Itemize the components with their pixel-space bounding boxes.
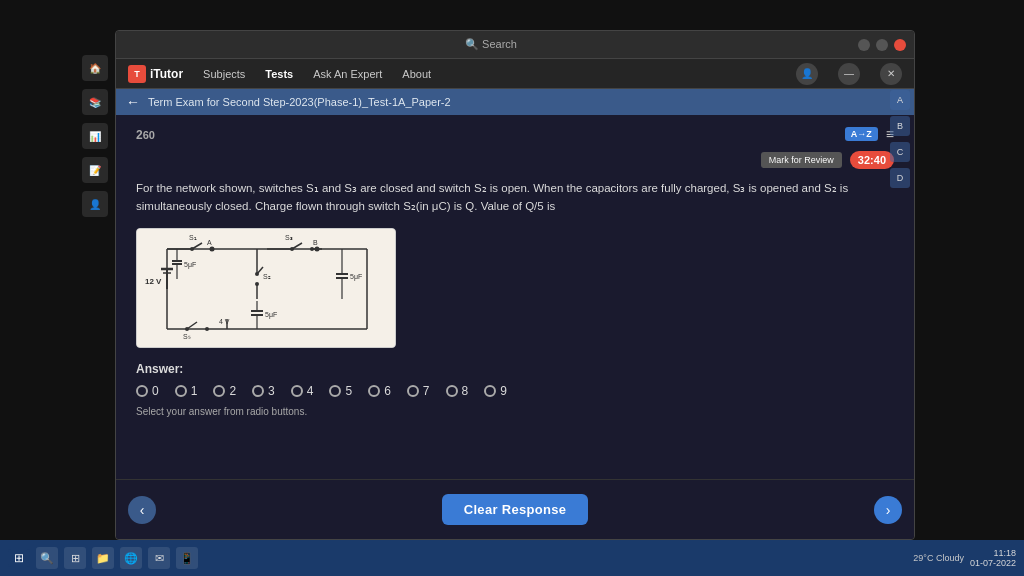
- breadcrumb: Term Exam for Second Step-2023(Phase-1)_…: [148, 96, 451, 108]
- sidebar-book[interactable]: 📚: [82, 89, 108, 115]
- radio-options: 0 1 2 3 4 5 6: [136, 384, 894, 398]
- sidebar-home[interactable]: 🏠: [82, 55, 108, 81]
- breadcrumb-bar: ← Term Exam for Second Step-2023(Phase-1…: [116, 89, 914, 115]
- option-0[interactable]: 0: [136, 384, 159, 398]
- sidebar-chart[interactable]: 📊: [82, 123, 108, 149]
- close-nav[interactable]: ✕: [880, 63, 902, 85]
- minimize-nav[interactable]: —: [838, 63, 860, 85]
- nav-ask-expert[interactable]: Ask An Expert: [313, 68, 382, 80]
- circuit-diagram: 12 V A B S₁ 5μF: [136, 228, 396, 348]
- file-explorer[interactable]: 📁: [92, 547, 114, 569]
- option-8[interactable]: 8: [446, 384, 469, 398]
- svg-text:S₃: S₃: [285, 234, 293, 241]
- mark-review-button[interactable]: Mark for Review: [761, 152, 842, 168]
- window-controls: [858, 39, 906, 51]
- option-1[interactable]: 1: [175, 384, 198, 398]
- search-taskbar[interactable]: 🔍: [36, 547, 58, 569]
- action-row: Mark for Review 32:40: [136, 151, 894, 169]
- radio-1[interactable]: [175, 385, 187, 397]
- right-icon-2[interactable]: B: [890, 116, 910, 136]
- app-window: 🔍 Search T iTutor Subjects Tests Ask An …: [115, 30, 915, 540]
- whatsapp[interactable]: 📱: [176, 547, 198, 569]
- svg-text:A: A: [207, 239, 212, 246]
- logo: T iTutor: [128, 65, 183, 83]
- svg-text:5μF: 5μF: [184, 261, 196, 269]
- title-bar: 🔍 Search: [116, 31, 914, 59]
- sidebar-left: 🏠 📚 📊 📝 👤: [82, 55, 112, 217]
- svg-text:12 V: 12 V: [145, 277, 162, 286]
- browser[interactable]: 🌐: [120, 547, 142, 569]
- answer-label: Answer:: [136, 362, 894, 376]
- option-4[interactable]: 4: [291, 384, 314, 398]
- weather-text: 29°C Cloudy: [913, 553, 964, 563]
- svg-rect-0: [137, 229, 396, 348]
- nav-tests[interactable]: Tests: [265, 68, 293, 80]
- select-hint: Select your answer from radio buttons.: [136, 406, 894, 417]
- radio-7[interactable]: [407, 385, 419, 397]
- maximize-button[interactable]: [876, 39, 888, 51]
- content-area: 260 A→Z ≡ Mark for Review 32:40 For the …: [116, 115, 914, 479]
- nav-about[interactable]: About: [402, 68, 431, 80]
- question-header: 260 A→Z ≡: [136, 125, 894, 143]
- search-label: Search: [482, 38, 517, 50]
- option-6[interactable]: 6: [368, 384, 391, 398]
- option-5[interactable]: 5: [329, 384, 352, 398]
- task-view[interactable]: ⊞: [64, 547, 86, 569]
- svg-text:S₅: S₅: [183, 333, 191, 340]
- start-button[interactable]: ⊞: [8, 549, 30, 567]
- radio-0[interactable]: [136, 385, 148, 397]
- right-icon-4[interactable]: D: [890, 168, 910, 188]
- radio-2[interactable]: [213, 385, 225, 397]
- radio-5[interactable]: [329, 385, 341, 397]
- radio-3[interactable]: [252, 385, 264, 397]
- right-icon-1[interactable]: A: [890, 90, 910, 110]
- svg-text:S₁: S₁: [189, 234, 197, 241]
- radio-9[interactable]: [484, 385, 496, 397]
- search-icon: 🔍: [465, 38, 479, 50]
- option-9[interactable]: 9: [484, 384, 507, 398]
- minimize-button[interactable]: [858, 39, 870, 51]
- svg-text:5μF: 5μF: [265, 311, 277, 319]
- svg-point-17: [210, 247, 214, 251]
- mail[interactable]: ✉: [148, 547, 170, 569]
- sidebar-user[interactable]: 👤: [82, 191, 108, 217]
- nav-bar: T iTutor Subjects Tests Ask An Expert Ab…: [116, 59, 914, 89]
- nav-subjects[interactable]: Subjects: [203, 68, 245, 80]
- logo-icon: T: [128, 65, 146, 83]
- radio-4[interactable]: [291, 385, 303, 397]
- logo-text: iTutor: [150, 67, 183, 81]
- option-2[interactable]: 2: [213, 384, 236, 398]
- sidebar-assignment[interactable]: 📝: [82, 157, 108, 183]
- windows-icon: ⊞: [14, 551, 24, 565]
- svg-text:5μF: 5μF: [350, 273, 362, 281]
- option-3[interactable]: 3: [252, 384, 275, 398]
- user-icon[interactable]: 👤: [796, 63, 818, 85]
- svg-text:B: B: [313, 239, 318, 246]
- prev-button[interactable]: ‹: [128, 496, 156, 524]
- sidebar-right: A B C D: [890, 90, 912, 188]
- svg-text:4 V: 4 V: [219, 318, 230, 325]
- taskbar: ⊞ 🔍 ⊞ 📁 🌐 ✉ 📱 29°C Cloudy 11:18 01-07-20…: [0, 540, 1024, 576]
- close-button[interactable]: [894, 39, 906, 51]
- atoz-button[interactable]: A→Z: [845, 127, 878, 141]
- question-text: For the network shown, switches S₁ and S…: [136, 179, 894, 216]
- svg-point-50: [205, 327, 209, 331]
- timer-badge: 32:40: [850, 151, 894, 169]
- clear-response-button[interactable]: Clear Response: [442, 494, 588, 525]
- bottom-bar: ‹ Clear Response ›: [116, 479, 914, 539]
- taskbar-right: 29°C Cloudy 11:18 01-07-2022: [913, 548, 1016, 568]
- radio-6[interactable]: [368, 385, 380, 397]
- right-icon-3[interactable]: C: [890, 142, 910, 162]
- search-bar[interactable]: 🔍 Search: [124, 38, 858, 51]
- question-number: 260: [136, 125, 155, 143]
- option-7[interactable]: 7: [407, 384, 430, 398]
- back-button[interactable]: ←: [126, 94, 140, 110]
- clock: 11:18 01-07-2022: [970, 548, 1016, 568]
- radio-8[interactable]: [446, 385, 458, 397]
- svg-text:S₂: S₂: [263, 273, 271, 280]
- header-right: A→Z ≡: [845, 126, 894, 142]
- next-button[interactable]: ›: [874, 496, 902, 524]
